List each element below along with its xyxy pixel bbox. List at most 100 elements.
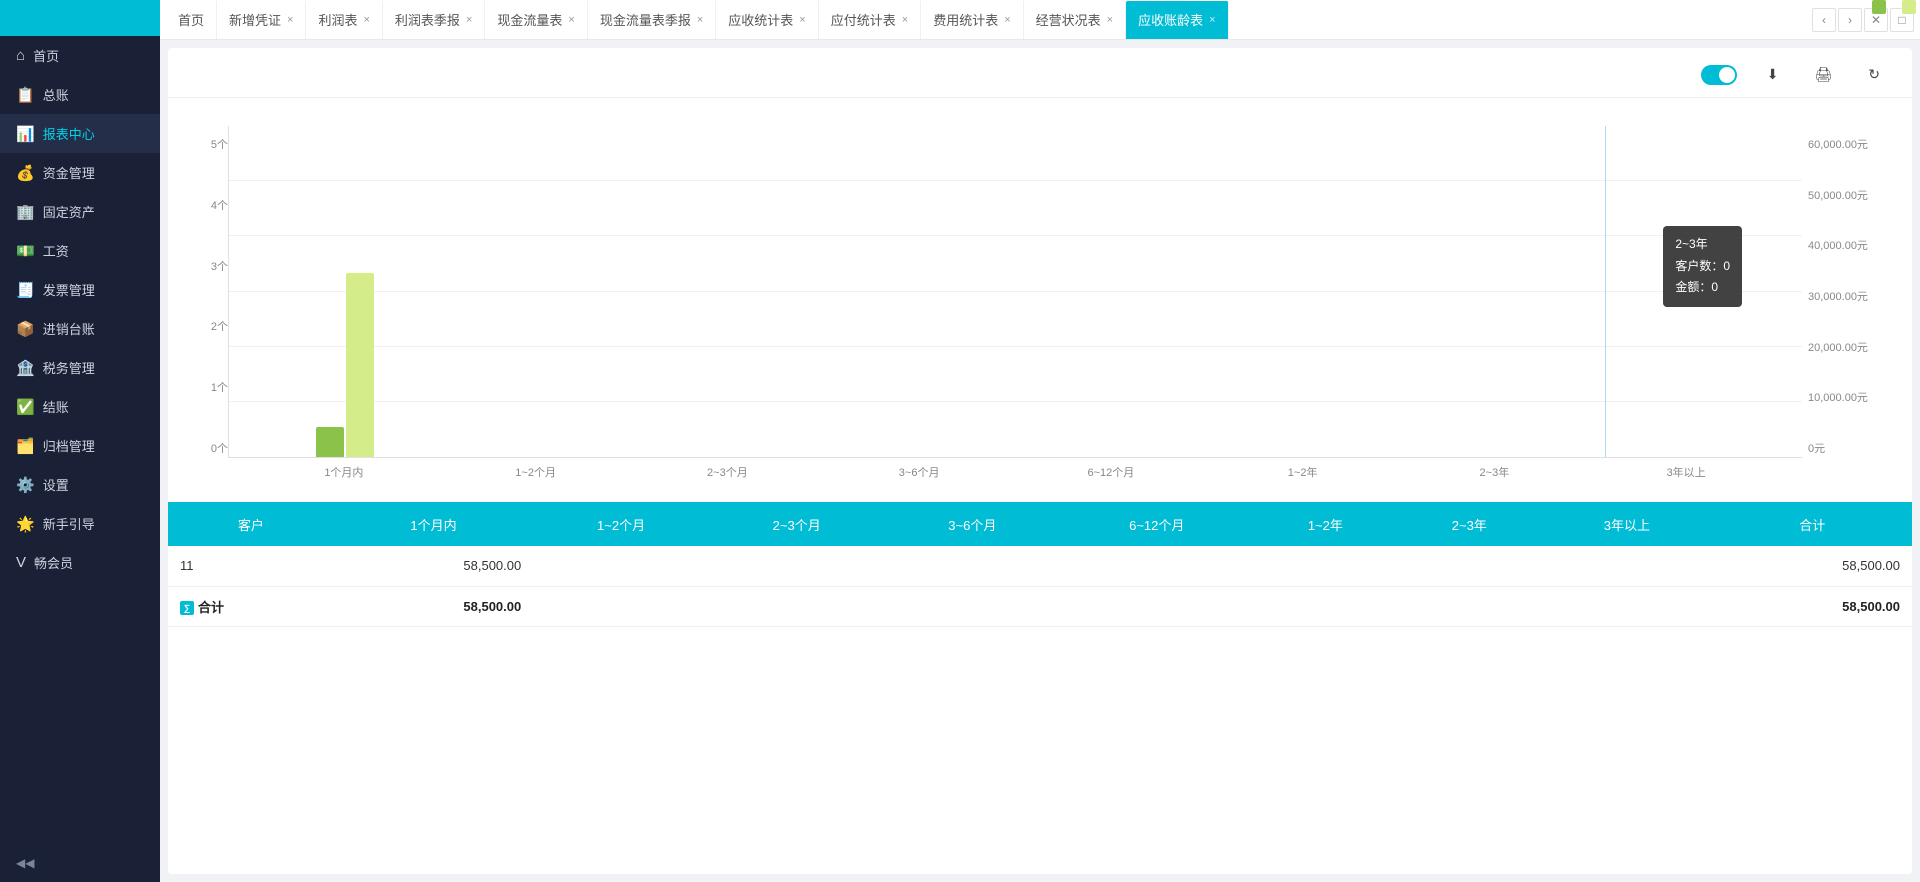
table-cell bbox=[884, 546, 1060, 586]
sidebar-label-settings: 设置 bbox=[43, 475, 69, 494]
table-total-row: ∑合计58,500.0058,500.00 bbox=[168, 586, 1912, 626]
table-body: 1158,500.0058,500.00∑合计58,500.0058,500.0… bbox=[168, 546, 1912, 626]
chart-section: 0个1个2个3个4个5个 bbox=[168, 98, 1912, 502]
sidebar-label-fund: 资金管理 bbox=[43, 163, 95, 182]
cancel-pin-button[interactable]: ◀◀ bbox=[0, 844, 160, 882]
sidebar-item-fund[interactable]: 💰 资金管理 bbox=[0, 153, 160, 192]
sidebar-icon-tax: 🏦 bbox=[16, 359, 35, 377]
y-right-label: 0元 bbox=[1808, 440, 1825, 456]
total-label: 合计 bbox=[198, 600, 224, 615]
sidebar-item-guide[interactable]: 🌟新手引导 bbox=[0, 504, 160, 543]
x-label: 1~2个月 bbox=[440, 464, 632, 480]
table-total-cell: ∑ 合计 bbox=[168, 586, 334, 626]
sidebar-label-archive: 归档管理 bbox=[43, 436, 95, 455]
sidebar-item-inventory[interactable]: 📦 进销台账 bbox=[0, 309, 160, 348]
tab-ar-aging[interactable]: 应收账龄表× bbox=[1126, 1, 1228, 39]
tab-label-cashflow-quarterly: 现金流量表季报 bbox=[600, 10, 691, 29]
table-cell bbox=[1541, 546, 1712, 586]
tab-close-profit[interactable]: × bbox=[363, 14, 369, 26]
sidebar-icon-fund: 💰 bbox=[16, 164, 35, 182]
sidebar-item-assets[interactable]: 🏢 固定资产 bbox=[0, 192, 160, 231]
tab-label-expense-stats: 费用统计表 bbox=[933, 10, 998, 29]
y-left-label: 2个 bbox=[211, 318, 228, 334]
sidebar-label-salary: 工资 bbox=[43, 241, 69, 260]
y-right-label: 50,000.00元 bbox=[1808, 187, 1868, 203]
sidebar-item-invoice[interactable]: 🧾发票管理 bbox=[0, 270, 160, 309]
tab-close-ap-stats[interactable]: × bbox=[902, 14, 908, 26]
sidebar-item-reports[interactable]: 📊报表中心 bbox=[0, 114, 160, 153]
tab-next-button[interactable]: › bbox=[1838, 8, 1862, 32]
print-button[interactable]: 🖨 bbox=[1806, 62, 1844, 87]
tab-close-profit-quarterly[interactable]: × bbox=[466, 14, 472, 26]
tab-home[interactable]: 首页 bbox=[166, 1, 217, 39]
table-header-cell: 合计 bbox=[1712, 502, 1912, 546]
table-total-cell bbox=[533, 586, 709, 626]
sidebar-item-archive[interactable]: 🗂️归档管理 bbox=[0, 426, 160, 465]
chart-container: 0个1个2个3个4个5个 bbox=[188, 126, 1892, 486]
tab-close-biz-status[interactable]: × bbox=[1107, 14, 1113, 26]
bar-amount bbox=[346, 273, 374, 457]
tab-profit-quarterly[interactable]: 利润表季报× bbox=[383, 1, 485, 39]
x-label: 6~12个月 bbox=[1015, 464, 1207, 480]
total-icon: ∑ bbox=[180, 601, 194, 615]
table-total-cell bbox=[1253, 586, 1397, 626]
tab-close-ar-stats[interactable]: × bbox=[799, 14, 805, 26]
tab-prev-button[interactable]: ‹ bbox=[1812, 8, 1836, 32]
tab-close-cashflow-quarterly[interactable]: × bbox=[697, 14, 703, 26]
bar-customer bbox=[316, 427, 344, 457]
y-left-label: 1个 bbox=[211, 379, 228, 395]
table-total-cell: 58,500.00 bbox=[1712, 586, 1912, 626]
table-total-cell bbox=[1541, 586, 1712, 626]
sidebar-icon-ledger: 📋 bbox=[16, 86, 35, 104]
bars-area bbox=[229, 126, 1802, 457]
content-area: ⬇ 🖨 ↻ bbox=[168, 48, 1912, 874]
table-header-cell: 2~3年 bbox=[1397, 502, 1541, 546]
table-header-cell: 3年以上 bbox=[1541, 502, 1712, 546]
sidebar-item-home[interactable]: ⌂首页 bbox=[0, 36, 160, 75]
page-header: ⬇ 🖨 ↻ bbox=[168, 48, 1912, 98]
sidebar-label-inventory: 进销台账 bbox=[43, 319, 95, 338]
sidebar-item-closing[interactable]: ✅结账 bbox=[0, 387, 160, 426]
sidebar-icon-reports: 📊 bbox=[16, 125, 35, 143]
tab-close-expense-stats[interactable]: × bbox=[1004, 14, 1010, 26]
sidebar-label-home: 首页 bbox=[33, 46, 59, 65]
sidebar-label-vip: 畅会员 bbox=[34, 553, 73, 572]
sidebar-icon-assets: 🏢 bbox=[16, 203, 35, 221]
x-label: 1个月内 bbox=[248, 464, 440, 480]
tab-close-ar-aging[interactable]: × bbox=[1209, 14, 1215, 26]
tab-cashflow[interactable]: 现金流量表× bbox=[485, 1, 587, 39]
sidebar-item-ledger[interactable]: 📋总账 bbox=[0, 75, 160, 114]
download-icon: ⬇ bbox=[1767, 66, 1779, 83]
table-header-cell: 客户 bbox=[168, 502, 334, 546]
sidebar-item-settings[interactable]: ⚙️ 设置 bbox=[0, 465, 160, 504]
print-icon: 🖨 bbox=[1814, 66, 1832, 83]
sidebar-icon-closing: ✅ bbox=[16, 398, 35, 416]
sidebar-icon-inventory: 📦 bbox=[16, 320, 35, 338]
table-cell bbox=[1397, 546, 1541, 586]
tab-expense-stats[interactable]: 费用统计表 × bbox=[921, 1, 1023, 39]
sidebar-item-vip[interactable]: V畅会员 bbox=[0, 543, 160, 582]
tab-profit[interactable]: 利润表 × bbox=[306, 1, 382, 39]
sidebar-label-assets: 固定资产 bbox=[43, 202, 95, 221]
tab-biz-status[interactable]: 经营状况表× bbox=[1024, 1, 1126, 39]
refresh-icon: ↻ bbox=[1868, 66, 1880, 83]
tab-ap-stats[interactable]: 应付统计表× bbox=[819, 1, 921, 39]
x-axis: 1个月内1~2个月2~3个月3~6个月6~12个月1~2年2~3年3年以上 bbox=[228, 458, 1802, 486]
sidebar-icon-settings: ⚙️ bbox=[16, 476, 35, 494]
table-cell bbox=[1060, 546, 1253, 586]
y-right-label: 30,000.00元 bbox=[1808, 288, 1868, 304]
download-button[interactable]: ⬇ bbox=[1759, 62, 1791, 87]
sidebar-item-tax[interactable]: 🏦税务管理 bbox=[0, 348, 160, 387]
tab-label-profit: 利润表 bbox=[318, 10, 357, 29]
refresh-button[interactable]: ↻ bbox=[1860, 62, 1892, 87]
tab-ar-stats[interactable]: 应收统计表× bbox=[716, 1, 818, 39]
chart-toggle-wrap bbox=[1701, 65, 1743, 85]
tab-voucher[interactable]: 新增凭证× bbox=[217, 1, 306, 39]
y-left-label: 3个 bbox=[211, 258, 228, 274]
tab-close-voucher[interactable]: × bbox=[287, 14, 293, 26]
sidebar-item-salary[interactable]: 💵工资 bbox=[0, 231, 160, 270]
tab-cashflow-quarterly[interactable]: 现金流量表季报 × bbox=[588, 1, 716, 39]
tab-close-cashflow[interactable]: × bbox=[568, 14, 574, 26]
chart-toggle[interactable] bbox=[1701, 65, 1737, 85]
tab-bar: 首页新增凭证×利润表×利润表季报×现金流量表×现金流量表季报×应收统计表×应付统… bbox=[160, 0, 1920, 40]
